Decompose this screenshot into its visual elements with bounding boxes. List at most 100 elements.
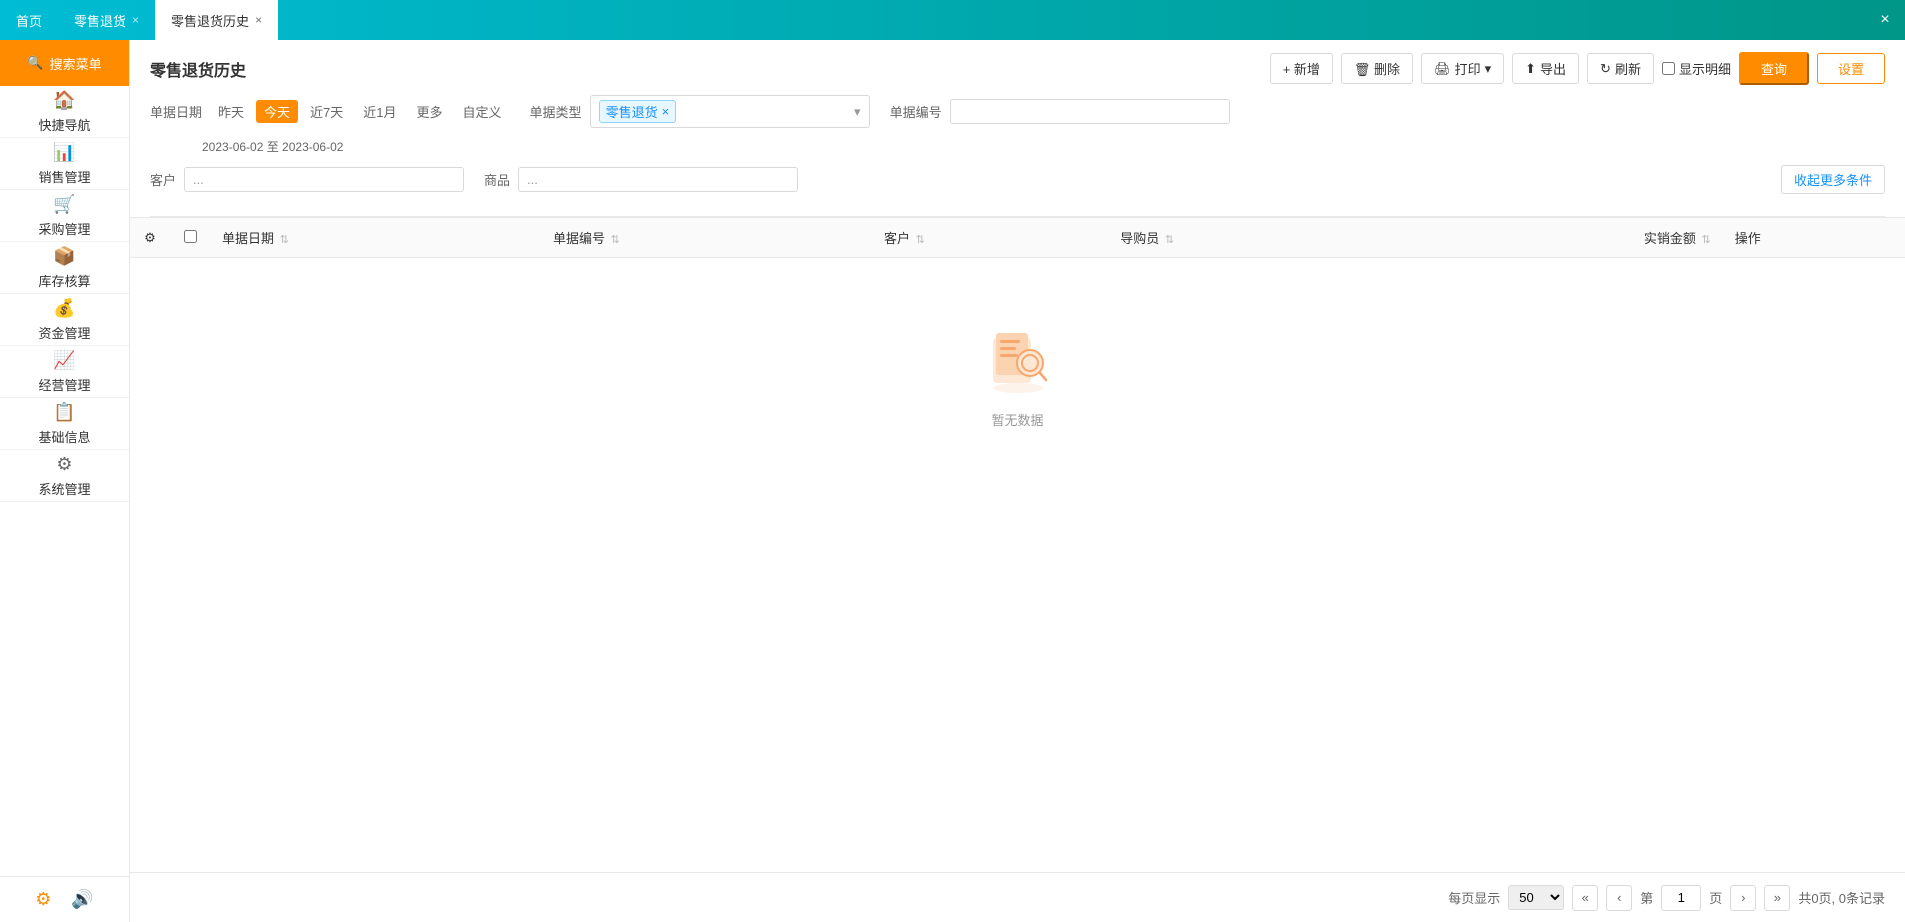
filter-bill-type-item: 单据类型 零售退货 × ▾ [530,95,870,128]
sidebar-nav: 🏠 快捷导航 📊 销售管理 🛒 采购管理 📦 库存核算 💰 资金管理 📈 [0,86,129,876]
page-input[interactable] [1661,885,1701,911]
show-detail-checkbox[interactable] [1662,62,1675,75]
settings-button[interactable]: 设置 [1817,53,1885,84]
tab-home-label: 首页 [16,11,42,30]
empty-illustration [978,318,1058,398]
purchase-icon: 🛒 [53,194,75,215]
operations-icon: 📈 [53,350,75,371]
th-guide-label: 导购员 [1120,231,1159,246]
sidebar-item-sales[interactable]: 📊 销售管理 [0,138,129,190]
th-bill-no[interactable]: 单据编号 ⇅ [541,218,872,258]
export-label: 导出 [1540,59,1566,78]
tab-retail-return-history-close[interactable]: × [255,13,262,27]
tab-retail-return-history[interactable]: 零售退货历史 × [155,0,278,40]
tab-home[interactable]: 首页 [0,0,58,40]
customer-ellipsis: ... [193,172,204,187]
bill-type-tag-close[interactable]: × [662,104,670,119]
sidebar-item-quick-nav[interactable]: 🏠 快捷导航 [0,86,129,138]
top-bar: 首页 零售退货 × 零售退货历史 × × [0,0,1905,40]
new-button[interactable]: + 新增 [1270,53,1333,84]
empty-state-cell: 暂无数据 [130,258,1905,490]
window-close-button[interactable]: × [1865,0,1905,40]
th-actions: 操作 [1723,218,1905,258]
th-amount-sort-icon: ⇅ [1702,234,1711,246]
pagination-bar: 每页显示 50 10 20 100 « ‹ 第 页 › » 共0页, 0条记录 [130,872,1905,922]
tab-bar: 首页 零售退货 × 零售退货历史 × [0,0,1865,40]
collapse-button[interactable]: 收起更多条件 [1781,165,1885,194]
next-page-button[interactable]: › [1730,885,1756,911]
finance-icon: 💰 [53,298,75,319]
refresh-label: 刷新 [1615,59,1641,78]
sidebar-item-basic-info-label: 基础信息 [38,427,90,446]
filter-bill-no-label: 单据编号 [890,102,942,121]
content-area: 零售退货历史 + 新增 🗑 删除 🖨 打印 ▾ ⬆ 导出 ↻ [130,40,1905,922]
home-icon: 🏠 [53,90,75,111]
last-page-button[interactable]: » [1764,885,1790,911]
table-body: 暂无数据 [130,258,1905,490]
delete-button[interactable]: 🗑 删除 [1341,53,1413,84]
filter-area: 单据日期 昨天 今天 近7天 近1月 更多 自定义 单据类型 [150,95,1885,217]
sidebar-item-operations[interactable]: 📈 经营管理 [0,346,129,398]
show-detail-area: 显示明细 [1662,59,1731,78]
filter-date-label: 单据日期 [150,102,202,121]
sidebar: 🔍 搜索菜单 🏠 快捷导航 📊 销售管理 🛒 采购管理 📦 库存核算 💰 [0,40,130,922]
th-customer[interactable]: 客户 ⇅ [872,218,1108,258]
date-opt-today[interactable]: 今天 [256,100,298,123]
select-all-checkbox[interactable] [184,230,197,243]
sidebar-item-inventory[interactable]: 📦 库存核算 [0,242,129,294]
page-header-top: 零售退货历史 + 新增 🗑 删除 🖨 打印 ▾ ⬆ 导出 ↻ [150,52,1885,85]
filter-bill-no-input[interactable] [950,99,1230,124]
per-page-select[interactable]: 50 10 20 100 [1508,885,1564,910]
print-icon: 🖨 [1434,61,1451,77]
sidebar-search-button[interactable]: 🔍 搜索菜单 [0,40,129,86]
query-button[interactable]: 查询 [1739,52,1809,85]
tab-retail-return-history-label: 零售退货历史 [171,11,249,30]
first-page-button[interactable]: « [1572,885,1598,911]
header-actions: + 新增 🗑 删除 🖨 打印 ▾ ⬆ 导出 ↻ 刷新 [1270,52,1885,85]
filter-bill-type-label: 单据类型 [530,102,582,121]
th-checkbox[interactable] [170,218,210,258]
tab-retail-return-label: 零售退货 [74,11,126,30]
sidebar-search-label: 搜索菜单 [50,54,102,73]
data-table: ⚙ 单据日期 ⇅ 单据编号 ⇅ [130,218,1905,489]
print-label: 打印 [1455,59,1481,78]
sidebar-item-finance[interactable]: 💰 资金管理 [0,294,129,346]
filter-row-2: 客户 ... 商品 ... 收起更多条件 [150,165,1885,194]
print-button[interactable]: 🖨 打印 ▾ [1421,53,1504,84]
th-bill-no-sort-icon: ⇅ [611,234,620,246]
page-header: 零售退货历史 + 新增 🗑 删除 🖨 打印 ▾ ⬆ 导出 ↻ [130,40,1905,218]
th-settings[interactable]: ⚙ [130,218,170,258]
goods-ellipsis: ... [527,172,538,187]
date-opt-more[interactable]: 更多 [409,100,451,123]
th-amount[interactable]: 实销金额 ⇅ [1392,218,1723,258]
filter-customer-select[interactable]: ... [184,167,464,192]
sidebar-settings-icon[interactable]: ⚙ [35,889,51,910]
tab-retail-return-close[interactable]: × [132,13,139,27]
filter-date-item: 单据日期 昨天 今天 近7天 近1月 更多 自定义 [150,100,510,123]
prev-page-button[interactable]: ‹ [1606,885,1632,911]
export-button[interactable]: ⬆ 导出 [1512,53,1579,84]
filter-bill-no-item: 单据编号 [890,99,1230,124]
sidebar-item-system[interactable]: ⚙ 系统管理 [0,450,129,502]
bill-type-tag: 零售退货 × [599,100,677,123]
export-icon: ⬆ [1525,61,1536,77]
sidebar-audio-icon[interactable]: 🔊 [71,889,93,910]
date-opt-custom[interactable]: 自定义 [455,100,510,123]
date-opt-yesterday[interactable]: 昨天 [210,100,252,123]
filter-bill-type-select[interactable]: 零售退货 × ▾ [590,95,870,128]
sidebar-item-quick-nav-label: 快捷导航 [38,115,90,134]
sidebar-item-basic-info[interactable]: 📋 基础信息 [0,398,129,450]
th-bill-date-label: 单据日期 [222,231,274,246]
th-guide[interactable]: 导购员 ⇅ [1108,218,1392,258]
page-suffix: 页 [1709,888,1722,907]
date-opt-1month[interactable]: 近1月 [355,100,404,123]
refresh-button[interactable]: ↻ 刷新 [1587,53,1654,84]
sidebar-item-purchase-label: 采购管理 [38,219,90,238]
filter-goods-select[interactable]: ... [518,167,798,192]
sidebar-item-purchase[interactable]: 🛒 采购管理 [0,190,129,242]
date-opt-7days[interactable]: 近7天 [302,100,351,123]
show-detail-label: 显示明细 [1679,59,1731,78]
tab-retail-return[interactable]: 零售退货 × [58,0,155,40]
th-bill-date[interactable]: 单据日期 ⇅ [210,218,541,258]
sidebar-item-finance-label: 资金管理 [38,323,90,342]
